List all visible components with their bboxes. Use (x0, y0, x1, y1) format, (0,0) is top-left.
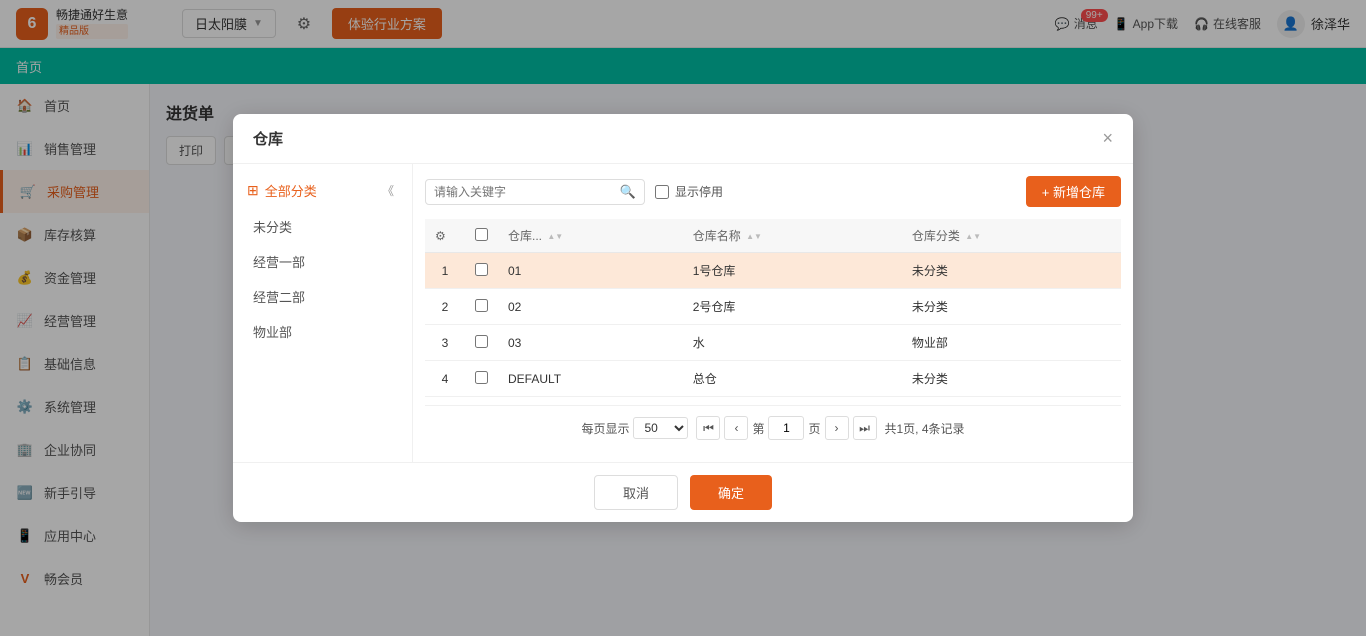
first-page-button[interactable]: ⏮ (696, 416, 720, 440)
confirm-button[interactable]: 确定 (690, 475, 772, 510)
row-category: 未分类 (902, 361, 1121, 397)
search-bar: 🔍 显示停用 + 新增仓库 (425, 176, 1121, 207)
modal-right: 🔍 显示停用 + 新增仓库 ⚙ (413, 164, 1133, 462)
row-name: 2号仓库 (683, 289, 902, 325)
total-info: 共1页, 4条记录 (885, 420, 965, 437)
pagination: 每页显示 50 100 ⏮ ‹ 第 页 › ⏭ (425, 405, 1121, 450)
page-number-input[interactable] (768, 416, 804, 440)
row-code: 03 (498, 325, 683, 361)
th-name: 仓库名称 ▲▼ (683, 219, 902, 253)
row-code: 02 (498, 289, 683, 325)
category-ops2[interactable]: 经营二部 (233, 279, 412, 314)
cancel-button[interactable]: 取消 (594, 475, 678, 510)
modal-header: 仓库 × (233, 114, 1133, 164)
category-header: ⊞ 全部分类 《 (233, 172, 412, 209)
row-code: DEFAULT (498, 361, 683, 397)
page-nav: ⏮ ‹ 第 页 › ⏭ (696, 416, 876, 440)
table-row[interactable]: 4 DEFAULT 总仓 未分类 (425, 361, 1121, 397)
modal-title: 仓库 (253, 128, 283, 149)
category-property[interactable]: 物业部 (233, 314, 412, 349)
modal-footer: 取消 确定 (233, 462, 1133, 522)
row-checkbox[interactable] (475, 299, 488, 312)
category-sidebar: ⊞ 全部分类 《 未分类 经营一部 经营二部 物业部 (233, 164, 413, 462)
show-disabled-label: 显示停用 (655, 183, 723, 200)
search-input-wrap: 🔍 (425, 179, 645, 205)
per-page-dropdown[interactable]: 50 100 (633, 417, 688, 439)
sort-name-icon: ▲▼ (746, 232, 762, 241)
search-icon: 🔍 (620, 184, 636, 200)
page-size-select: 每页显示 50 100 (581, 417, 688, 439)
row-checkbox-cell (465, 253, 498, 289)
row-num: 1 (425, 253, 465, 289)
category-unclassified[interactable]: 未分类 (233, 209, 412, 244)
row-category: 物业部 (902, 325, 1121, 361)
warehouse-modal: 仓库 × ⊞ 全部分类 《 未分类 经营一部 经营二部 物业部 (233, 114, 1133, 522)
row-name: 1号仓库 (683, 253, 902, 289)
category-ops1[interactable]: 经营一部 (233, 244, 412, 279)
row-checkbox[interactable] (475, 263, 488, 276)
collapse-button[interactable]: 《 (378, 180, 398, 201)
table-row[interactable]: 1 01 1号仓库 未分类 (425, 253, 1121, 289)
sort-category-icon: ▲▼ (965, 232, 981, 241)
add-warehouse-button[interactable]: + 新增仓库 (1026, 176, 1121, 207)
th-settings: ⚙ (425, 219, 465, 253)
row-code: 01 (498, 253, 683, 289)
search-input[interactable] (434, 185, 620, 199)
row-name: 总仓 (683, 361, 902, 397)
table-row[interactable]: 2 02 2号仓库 未分类 (425, 289, 1121, 325)
row-checkbox-cell (465, 325, 498, 361)
warehouse-table: ⚙ 仓库... ▲▼ 仓库名称 ▲▼ (425, 219, 1121, 397)
grid-icon: ⊞ (247, 182, 259, 199)
row-checkbox[interactable] (475, 335, 488, 348)
row-checkbox-cell (465, 361, 498, 397)
th-checkbox (465, 219, 498, 253)
th-code: 仓库... ▲▼ (498, 219, 683, 253)
row-num: 3 (425, 325, 465, 361)
row-num: 4 (425, 361, 465, 397)
table-container: ⚙ 仓库... ▲▼ 仓库名称 ▲▼ (425, 219, 1121, 397)
last-page-button[interactable]: ⏭ (853, 416, 877, 440)
modal-overlay: 仓库 × ⊞ 全部分类 《 未分类 经营一部 经营二部 物业部 (0, 0, 1366, 636)
row-category: 未分类 (902, 289, 1121, 325)
row-name: 水 (683, 325, 902, 361)
sort-code-icon: ▲▼ (547, 232, 563, 241)
modal-body: ⊞ 全部分类 《 未分类 经营一部 经营二部 物业部 🔍 (233, 164, 1133, 462)
prev-page-button[interactable]: ‹ (724, 416, 748, 440)
select-all-checkbox[interactable] (475, 228, 488, 241)
next-page-button[interactable]: › (825, 416, 849, 440)
row-category: 未分类 (902, 253, 1121, 289)
th-category: 仓库分类 ▲▼ (902, 219, 1121, 253)
table-body: 1 01 1号仓库 未分类 2 02 2号仓库 未分类 3 03 水 物业部 4… (425, 253, 1121, 397)
table-row[interactable]: 3 03 水 物业部 (425, 325, 1121, 361)
row-num: 2 (425, 289, 465, 325)
row-checkbox-cell (465, 289, 498, 325)
table-header: ⚙ 仓库... ▲▼ 仓库名称 ▲▼ (425, 219, 1121, 253)
show-disabled-checkbox[interactable] (655, 185, 669, 199)
all-category-label[interactable]: ⊞ 全部分类 (247, 181, 317, 200)
row-checkbox[interactable] (475, 371, 488, 384)
modal-close-button[interactable]: × (1102, 128, 1113, 149)
